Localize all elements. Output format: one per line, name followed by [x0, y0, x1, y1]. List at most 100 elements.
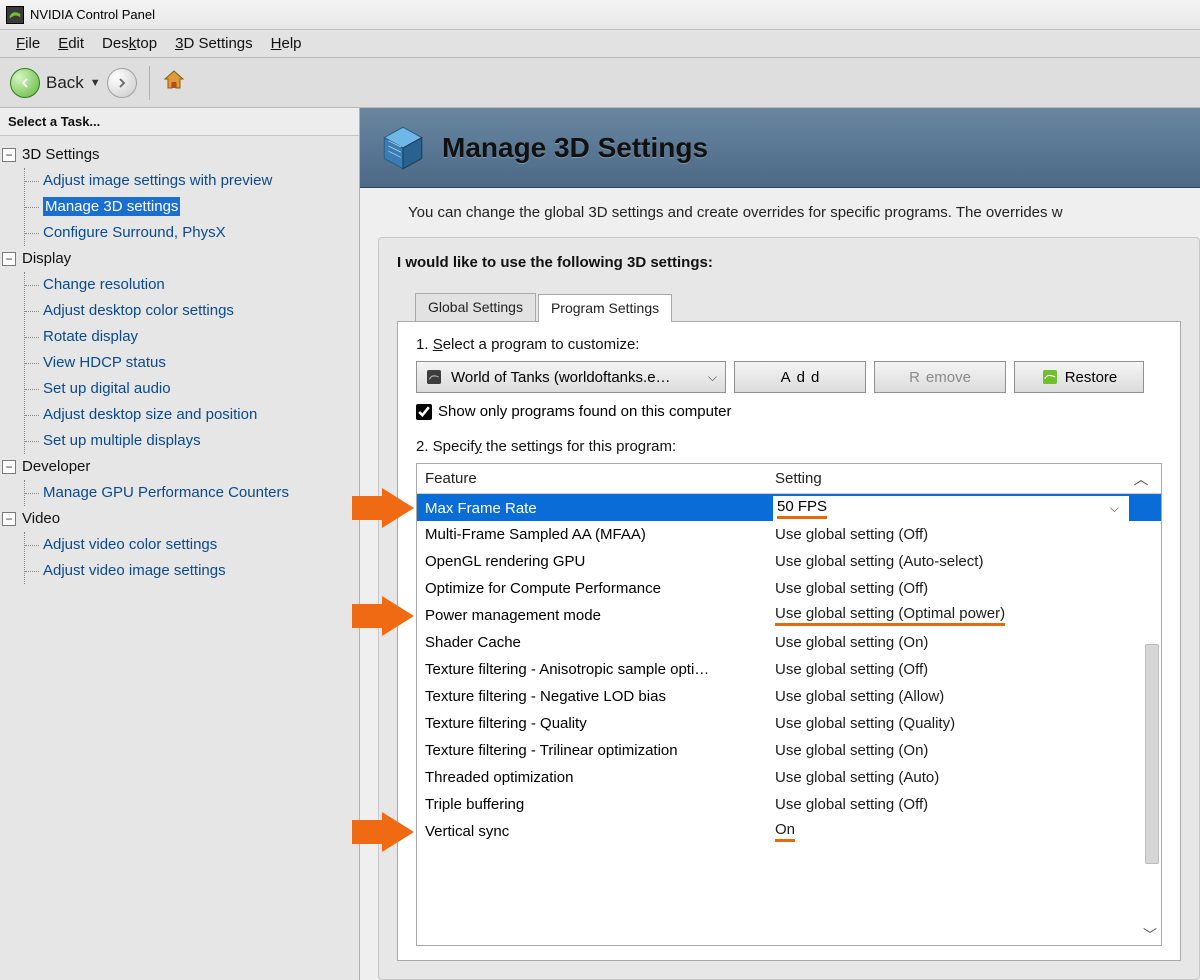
- forward-button[interactable]: [107, 68, 137, 98]
- program-select-label: World of Tanks (worldoftanks.e…: [451, 369, 671, 386]
- tree-collapse-icon[interactable]: −: [2, 148, 16, 162]
- cell-setting[interactable]: Use global setting (Allow): [775, 688, 1129, 705]
- menu-file[interactable]: File: [8, 33, 48, 54]
- tree-item[interactable]: Set up multiple displays: [25, 428, 357, 454]
- add-button[interactable]: Add: [734, 361, 866, 393]
- scroll-down-icon[interactable]: ﹀: [1141, 925, 1159, 943]
- show-only-checkbox-row[interactable]: Show only programs found on this compute…: [416, 403, 1162, 420]
- tree-item[interactable]: Manage GPU Performance Counters: [25, 480, 357, 506]
- cell-setting[interactable]: Use global setting (Off): [775, 580, 1129, 597]
- cell-feature: Vertical sync: [425, 823, 775, 840]
- annotation-arrow-icon: [352, 812, 414, 852]
- tree-collapse-icon[interactable]: −: [2, 460, 16, 474]
- window-title: NVIDIA Control Panel: [30, 7, 155, 22]
- table-row[interactable]: Texture filtering - Negative LOD biasUse…: [417, 683, 1161, 710]
- page-title: Manage 3D Settings: [442, 132, 708, 164]
- show-only-checkbox[interactable]: [416, 404, 432, 420]
- cell-feature: OpenGL rendering GPU: [425, 553, 775, 570]
- tree-item[interactable]: Set up digital audio: [25, 376, 357, 402]
- cell-setting[interactable]: On: [775, 821, 1129, 842]
- cell-setting[interactable]: Use global setting (On): [775, 742, 1129, 759]
- tree-item[interactable]: Adjust image settings with preview: [25, 168, 357, 194]
- scroll-up-icon[interactable]: ︿: [1129, 468, 1153, 489]
- table-row[interactable]: Triple bufferingUse global setting (Off): [417, 791, 1161, 818]
- nvidia-logo-icon: [1041, 370, 1059, 384]
- cell-setting[interactable]: Use global setting (Off): [775, 526, 1129, 543]
- col-setting: Setting: [775, 470, 1129, 487]
- table-row[interactable]: Optimize for Compute PerformanceUse glob…: [417, 575, 1161, 602]
- tree-item[interactable]: Adjust video image settings: [25, 558, 357, 584]
- cell-feature: Max Frame Rate: [425, 500, 775, 517]
- cell-setting[interactable]: Use global setting (Auto-select): [775, 553, 1129, 570]
- back-button-icon[interactable]: [10, 68, 40, 98]
- tree-item[interactable]: Adjust desktop color settings: [25, 298, 357, 324]
- cell-setting[interactable]: Use global setting (Optimal power): [775, 605, 1129, 626]
- table-row[interactable]: Texture filtering - Trilinear optimizati…: [417, 737, 1161, 764]
- tree-item[interactable]: View HDCP status: [25, 350, 357, 376]
- cell-setting[interactable]: Use global setting (Off): [775, 661, 1129, 678]
- menu-3d-settings[interactable]: 3D Settings: [167, 33, 261, 54]
- cell-feature: Threaded optimization: [425, 769, 775, 786]
- table-row[interactable]: Power management modeUse global setting …: [417, 602, 1161, 629]
- table-row[interactable]: Threaded optimizationUse global setting …: [417, 764, 1161, 791]
- settings-table: Feature Setting ︿ ﹀ Max Frame Rate50 FPS…: [416, 463, 1162, 946]
- step2-label: 2. Specify the settings for this program…: [416, 438, 1162, 455]
- tree-item[interactable]: Adjust desktop size and position: [25, 402, 357, 428]
- content-area: Manage 3D Settings You can change the gl…: [360, 108, 1200, 980]
- scrollbar-thumb[interactable]: [1145, 644, 1159, 864]
- cell-setting[interactable]: Use global setting (Quality): [775, 715, 1129, 732]
- cell-setting[interactable]: Use global setting (Off): [775, 796, 1129, 813]
- tree-item[interactable]: Manage 3D settings: [25, 194, 357, 220]
- annotation-arrow-icon: [352, 596, 414, 636]
- show-only-label: Show only programs found on this compute…: [438, 403, 732, 420]
- tree-collapse-icon[interactable]: −: [2, 252, 16, 266]
- menu-help[interactable]: Help: [263, 33, 310, 54]
- program-select[interactable]: World of Tanks (worldoftanks.e… ⌵: [416, 361, 726, 393]
- chevron-down-icon: ⌵: [1110, 501, 1125, 516]
- chevron-down-icon: ⌵: [708, 370, 717, 385]
- cell-feature: Shader Cache: [425, 634, 775, 651]
- tree-item[interactable]: Configure Surround, PhysX: [25, 220, 357, 246]
- page-description: You can change the global 3D settings an…: [360, 188, 1200, 229]
- cell-setting[interactable]: Use global setting (Auto): [775, 769, 1129, 786]
- back-dropdown-icon[interactable]: ▼: [90, 77, 101, 89]
- table-row[interactable]: Shader CacheUse global setting (On): [417, 629, 1161, 656]
- tree-category[interactable]: Display: [22, 246, 71, 272]
- tree-category[interactable]: Developer: [22, 454, 90, 480]
- tree-item[interactable]: Change resolution: [25, 272, 357, 298]
- nvidia-app-icon: [6, 6, 24, 24]
- remove-button[interactable]: Remove: [874, 361, 1006, 393]
- back-button-label[interactable]: Back: [46, 73, 84, 93]
- cell-setting[interactable]: 50 FPS⌵: [773, 496, 1129, 521]
- restore-button[interactable]: Restore: [1014, 361, 1144, 393]
- menubar: File Edit Desktop 3D Settings Help: [0, 30, 1200, 58]
- table-header: Feature Setting ︿: [417, 464, 1161, 494]
- cell-feature: Multi-Frame Sampled AA (MFAA): [425, 526, 775, 543]
- table-row[interactable]: Texture filtering - QualityUse global se…: [417, 710, 1161, 737]
- table-row[interactable]: Texture filtering - Anisotropic sample o…: [417, 656, 1161, 683]
- settings-lead: I would like to use the following 3D set…: [397, 254, 1181, 271]
- step1-label: 1. Select a program to customize:: [416, 336, 1162, 353]
- sidebar-header: Select a Task...: [0, 108, 359, 136]
- task-tree: −3D SettingsAdjust image settings with p…: [0, 136, 359, 590]
- tree-item[interactable]: Adjust video color settings: [25, 532, 357, 558]
- menu-edit[interactable]: Edit: [50, 33, 92, 54]
- table-row[interactable]: Max Frame Rate50 FPS⌵: [417, 494, 1161, 521]
- tree-item[interactable]: Rotate display: [25, 324, 357, 350]
- table-row[interactable]: OpenGL rendering GPUUse global setting (…: [417, 548, 1161, 575]
- tabstrip: Global Settings Program Settings: [415, 293, 1181, 321]
- tree-collapse-icon[interactable]: −: [2, 512, 16, 526]
- main-split: Select a Task... −3D SettingsAdjust imag…: [0, 108, 1200, 980]
- table-row[interactable]: Multi-Frame Sampled AA (MFAA)Use global …: [417, 521, 1161, 548]
- cell-setting[interactable]: Use global setting (On): [775, 634, 1129, 651]
- tree-category[interactable]: Video: [22, 506, 60, 532]
- table-row[interactable]: Vertical syncOn: [417, 818, 1161, 845]
- menu-desktop[interactable]: Desktop: [94, 33, 165, 54]
- page-header-icon: [378, 123, 428, 173]
- task-sidebar: Select a Task... −3D SettingsAdjust imag…: [0, 108, 360, 980]
- tree-category[interactable]: 3D Settings: [22, 142, 100, 168]
- tab-global-settings[interactable]: Global Settings: [415, 293, 536, 321]
- home-button[interactable]: [162, 68, 186, 97]
- tab-program-settings[interactable]: Program Settings: [538, 294, 672, 322]
- cell-feature: Power management mode: [425, 607, 775, 624]
